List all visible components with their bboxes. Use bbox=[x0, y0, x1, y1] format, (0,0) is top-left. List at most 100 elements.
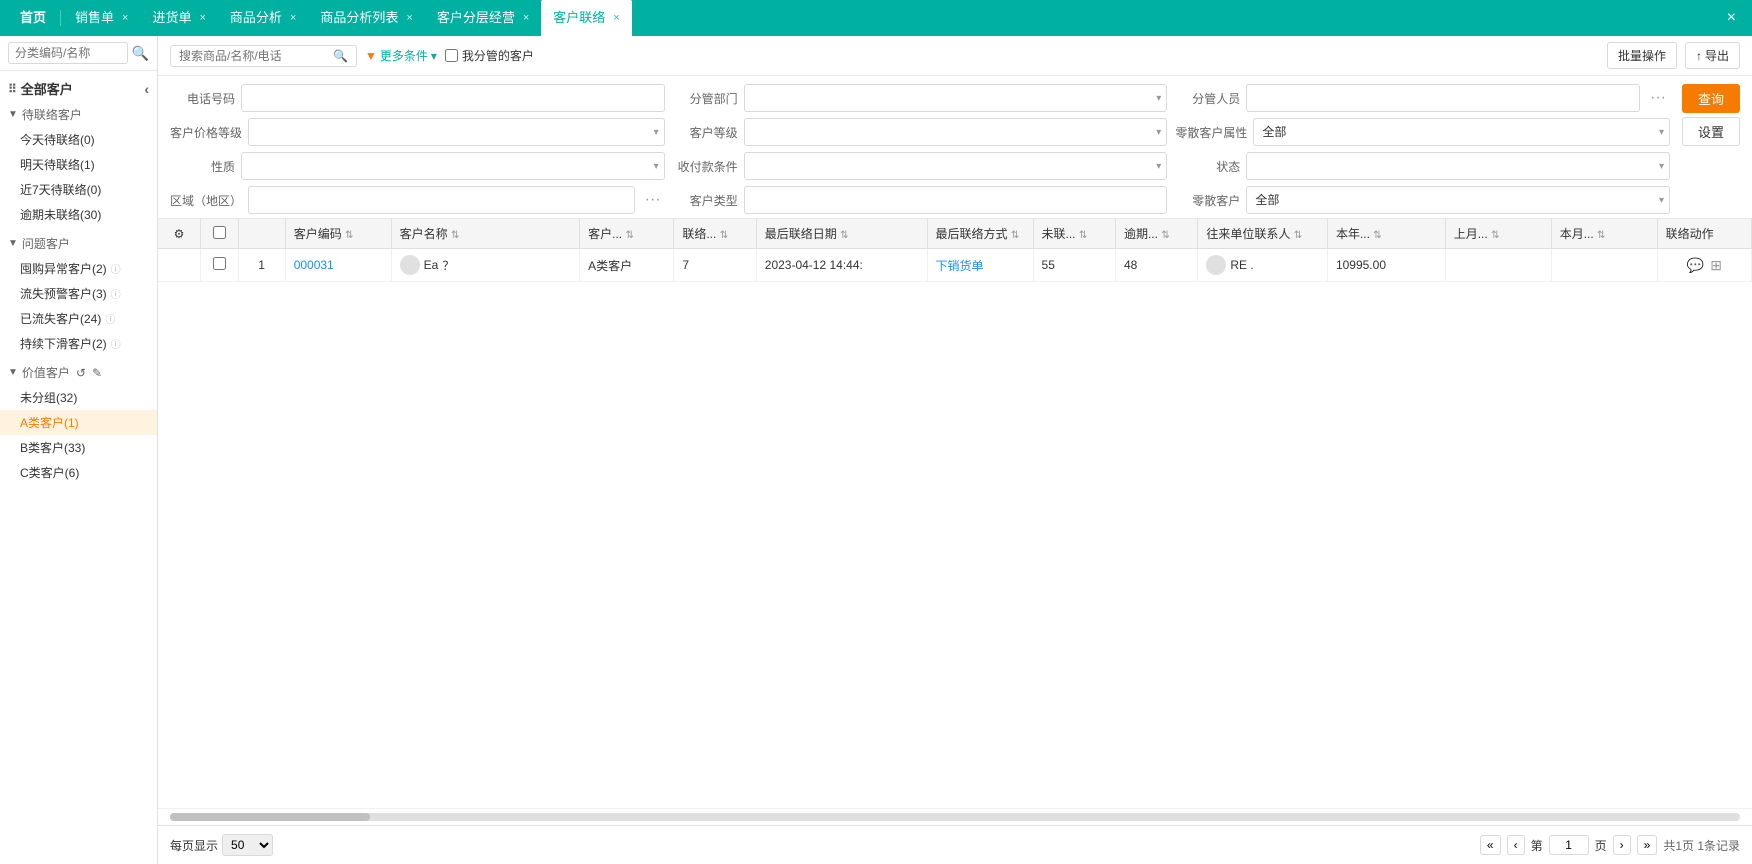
first-page-btn[interactable]: « bbox=[1480, 835, 1501, 855]
status-select[interactable] bbox=[1246, 152, 1670, 180]
sidebar-item-b-class[interactable]: B类客户(33) bbox=[0, 435, 157, 460]
last-page-btn[interactable]: » bbox=[1637, 835, 1658, 855]
th-last-date[interactable]: 最后联络日期 ⇅ bbox=[756, 219, 927, 249]
last-way-sort-icon[interactable]: ⇅ bbox=[1011, 230, 1019, 241]
last-way-link[interactable]: 下销货单 bbox=[936, 259, 984, 273]
nav-tab-customer-segment[interactable]: 客户分层经营 × bbox=[425, 0, 541, 36]
region-input[interactable] bbox=[248, 186, 635, 214]
nav-tab-analysis[interactable]: 商品分析 × bbox=[218, 0, 308, 36]
filter-search-icon[interactable]: 🔍 bbox=[333, 49, 348, 63]
code-sort-icon[interactable]: ⇅ bbox=[345, 230, 353, 241]
close-purchase-tab[interactable]: × bbox=[199, 0, 205, 36]
sidebar-search-input[interactable] bbox=[8, 42, 128, 64]
sidebar-search-icon[interactable]: 🔍 bbox=[132, 45, 149, 62]
td-code[interactable]: 000031 bbox=[285, 249, 391, 282]
price-grade-select[interactable] bbox=[248, 118, 665, 146]
close-contact-tab[interactable]: × bbox=[613, 0, 619, 36]
my-customers-checkbox[interactable]: 我分管的客户 bbox=[445, 47, 534, 64]
nav-tab-customer-contact[interactable]: 客户联络 × bbox=[541, 0, 631, 36]
nav-tab-sales[interactable]: 销售单 × bbox=[63, 0, 140, 36]
close-analysis-list-tab[interactable]: × bbox=[406, 0, 412, 36]
nav-tab-purchase[interactable]: 进货单 × bbox=[140, 0, 217, 36]
contact-sort-icon[interactable]: ⇅ bbox=[720, 230, 728, 241]
th-settings[interactable]: ⚙ bbox=[158, 219, 200, 249]
region-dots-btn[interactable]: ··· bbox=[641, 191, 665, 209]
close-analysis-tab[interactable]: × bbox=[290, 0, 296, 36]
nature-select[interactable] bbox=[241, 152, 665, 180]
this-month-sort-icon[interactable]: ⇅ bbox=[1597, 230, 1605, 241]
refresh-icon[interactable]: ↺ bbox=[76, 366, 86, 380]
not-contact-sort-icon[interactable]: ⇅ bbox=[1079, 230, 1087, 241]
select-all-checkbox[interactable] bbox=[213, 226, 226, 239]
qr-icon[interactable]: ⊞ bbox=[1710, 257, 1722, 274]
last-month-sort-icon[interactable]: ⇅ bbox=[1491, 230, 1499, 241]
prev-page-btn[interactable]: ‹ bbox=[1507, 835, 1525, 855]
retail-attr-select[interactable]: 全部 bbox=[1253, 118, 1670, 146]
close-segment-tab[interactable]: × bbox=[523, 0, 529, 36]
td-checkbox[interactable] bbox=[200, 249, 238, 282]
scroll-track[interactable] bbox=[170, 813, 1740, 821]
sidebar-item-declining[interactable]: 持续下滑客户(2) ⓘ bbox=[0, 331, 157, 356]
th-contact[interactable]: 联络... ⇅ bbox=[674, 219, 756, 249]
query-btn[interactable]: 查询 bbox=[1682, 84, 1740, 113]
batch-ops-btn[interactable]: 批量操作 bbox=[1607, 42, 1677, 69]
this-year-sort-icon[interactable]: ⇅ bbox=[1373, 230, 1381, 241]
nav-tab-analysis-list[interactable]: 商品分析列表 × bbox=[308, 0, 424, 36]
person-input[interactable] bbox=[1246, 84, 1640, 112]
sidebar-item-7days[interactable]: 近7天待联络(0) bbox=[0, 177, 157, 202]
dept-select[interactable] bbox=[744, 84, 1168, 112]
export-btn[interactable]: ↑ 导出 bbox=[1685, 42, 1740, 69]
grade-sort-icon[interactable]: ⇅ bbox=[625, 230, 633, 241]
person-dots-btn[interactable]: ··· bbox=[1646, 89, 1670, 107]
retail-customer-select[interactable]: 全部 bbox=[1246, 186, 1670, 214]
nav-home[interactable]: 首页 bbox=[8, 0, 58, 36]
value-customer-title[interactable]: ▼ 价值客户 ↺ ✎ bbox=[0, 360, 157, 385]
th-grade[interactable]: 客户... ⇅ bbox=[580, 219, 674, 249]
sidebar-item-churn-warning[interactable]: 流失预警客户(3) ⓘ bbox=[0, 281, 157, 306]
close-all-btn[interactable]: × bbox=[1719, 9, 1744, 27]
sidebar-item-overdue[interactable]: 逾期未联络(30) bbox=[0, 202, 157, 227]
visit-sort-icon[interactable]: ⇅ bbox=[1294, 230, 1302, 241]
problem-customer-title[interactable]: ▼ 问题客户 bbox=[0, 231, 157, 256]
per-page-select[interactable]: 50 100 bbox=[222, 834, 273, 856]
row-checkbox[interactable] bbox=[213, 257, 226, 270]
customer-grade-select[interactable] bbox=[744, 118, 1168, 146]
th-code[interactable]: 客户编码 ⇅ bbox=[285, 219, 391, 249]
retail-attr-wrapper: 全部 ▾ bbox=[1253, 118, 1670, 146]
chat-icon[interactable]: 💬 bbox=[1687, 257, 1704, 274]
customer-type-input[interactable] bbox=[744, 186, 1168, 214]
th-this-month[interactable]: 本月... ⇅ bbox=[1551, 219, 1657, 249]
sidebar-collapse-btn[interactable]: ‹ bbox=[144, 81, 149, 97]
sidebar-item-unclassified[interactable]: 未分组(32) bbox=[0, 385, 157, 410]
th-visit-contacts[interactable]: 往来单位联系人 ⇅ bbox=[1198, 219, 1328, 249]
phone-input[interactable] bbox=[241, 84, 665, 112]
edit-icon[interactable]: ✎ bbox=[92, 366, 102, 380]
sidebar-item-c-class[interactable]: C类客户(6) bbox=[0, 460, 157, 485]
pending-contact-title[interactable]: ▼ 待联络客户 bbox=[0, 102, 157, 127]
overdue-sort-icon[interactable]: ⇅ bbox=[1161, 230, 1169, 241]
sidebar-item-hoarding[interactable]: 囤购异常客户(2) ⓘ bbox=[0, 256, 157, 281]
th-last-way[interactable]: 最后联络方式 ⇅ bbox=[927, 219, 1033, 249]
th-this-year[interactable]: 本年... ⇅ bbox=[1327, 219, 1445, 249]
th-last-month[interactable]: 上月... ⇅ bbox=[1445, 219, 1551, 249]
sidebar-item-churned[interactable]: 已流失客户(24) ⓘ bbox=[0, 306, 157, 331]
th-name[interactable]: 客户名称 ⇅ bbox=[391, 219, 579, 249]
th-not-contact[interactable]: 未联... ⇅ bbox=[1033, 219, 1115, 249]
pending-contact-label: 待联络客户 bbox=[22, 106, 82, 123]
td-last-way[interactable]: 下销货单 bbox=[927, 249, 1033, 282]
last-date-sort-icon[interactable]: ⇅ bbox=[840, 230, 848, 241]
more-filters-btn[interactable]: ▼ 更多条件 ▾ bbox=[365, 47, 437, 64]
name-sort-icon[interactable]: ⇅ bbox=[451, 230, 459, 241]
close-sales-tab[interactable]: × bbox=[122, 0, 128, 36]
settings-btn[interactable]: 设置 bbox=[1682, 117, 1740, 146]
sidebar-item-tomorrow[interactable]: 明天待联络(1) bbox=[0, 152, 157, 177]
sidebar-item-a-class[interactable]: A类客户(1) bbox=[0, 410, 157, 435]
my-customers-check[interactable] bbox=[445, 49, 458, 62]
sidebar-item-today[interactable]: 今天待联络(0) bbox=[0, 127, 157, 152]
th-overdue[interactable]: 逾期... ⇅ bbox=[1115, 219, 1197, 249]
page-input[interactable] bbox=[1549, 835, 1589, 855]
next-page-btn[interactable]: › bbox=[1613, 835, 1631, 855]
filter-search-input[interactable] bbox=[179, 49, 329, 63]
payment-select[interactable] bbox=[744, 152, 1168, 180]
th-checkbox[interactable] bbox=[200, 219, 238, 249]
